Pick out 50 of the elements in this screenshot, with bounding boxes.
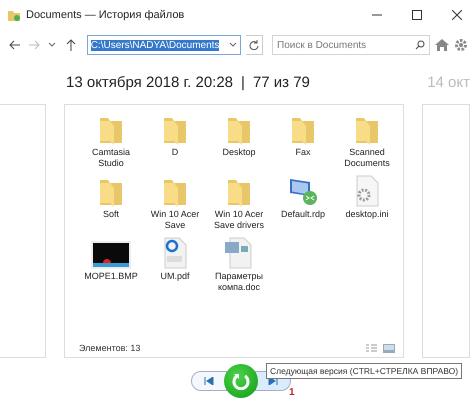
file-name[interactable]: Scanned Documents (339, 147, 395, 169)
folder-icon (290, 115, 316, 145)
file-name[interactable]: Default.rdp (280, 209, 326, 220)
version-position: 77 из 79 (252, 74, 310, 90)
restore-button[interactable] (224, 364, 258, 398)
image-thumbnail-icon (91, 241, 131, 269)
maximize-icon (412, 10, 422, 20)
file-name[interactable]: Параметры компа.doc (211, 271, 267, 293)
next-version-date: 14 окт (427, 74, 470, 90)
file-name[interactable]: Fax (295, 147, 310, 158)
folder-icon (98, 115, 124, 145)
file-name[interactable]: Soft (102, 209, 119, 220)
file-name[interactable]: D (172, 147, 178, 158)
settings-file-icon (354, 175, 380, 207)
folder-icon (98, 177, 124, 207)
home-button[interactable] (435, 36, 449, 54)
file-name[interactable]: Camtasia Studio (83, 147, 139, 169)
file-name[interactable]: Desktop (222, 147, 256, 158)
window-title: Documents — История файлов (26, 9, 186, 21)
tooltip: Следующая версия (CTRL+СТРЕЛКА ВПРАВО) (266, 363, 462, 379)
file-name[interactable]: MOPE1.BMP (84, 271, 138, 282)
folder-icon (226, 177, 252, 207)
folder-icon (162, 115, 188, 145)
skip-back-icon (204, 376, 214, 384)
file-name[interactable]: Win 10 Acer Save drivers (211, 209, 267, 231)
separator: | (241, 74, 245, 90)
item-count: Элементов: 13 (79, 343, 142, 353)
refresh-icon (248, 40, 259, 50)
file-name[interactable]: desktop.ini (345, 209, 389, 220)
refresh-button[interactable] (246, 35, 263, 55)
search-field[interactable]: Поиск в Documents (272, 35, 430, 55)
skip-forward-icon (268, 376, 278, 384)
settings-button[interactable] (454, 36, 468, 54)
circular-arrow-icon (232, 372, 250, 390)
details-view-icon[interactable] (366, 344, 377, 352)
pdf-file-icon (162, 237, 188, 269)
search-icon (415, 40, 425, 50)
folder-icon (226, 115, 252, 145)
previous-version-button[interactable] (191, 370, 227, 390)
annotation-marker: 1 (289, 387, 295, 398)
file-name[interactable]: UM.pdf (160, 271, 190, 282)
folder-icon (162, 177, 188, 207)
folder-icon (354, 115, 380, 145)
chevron-down-icon (48, 42, 56, 48)
file-name[interactable]: Win 10 Acer Save (147, 209, 203, 231)
document-file-icon (224, 237, 254, 269)
close-icon (452, 10, 462, 20)
folder-icon (8, 10, 20, 20)
address-field[interactable]: C:\Users\NADYA\Documents (86, 35, 241, 55)
version-date: 13 октября 2018 г. 20:28 (66, 74, 234, 90)
